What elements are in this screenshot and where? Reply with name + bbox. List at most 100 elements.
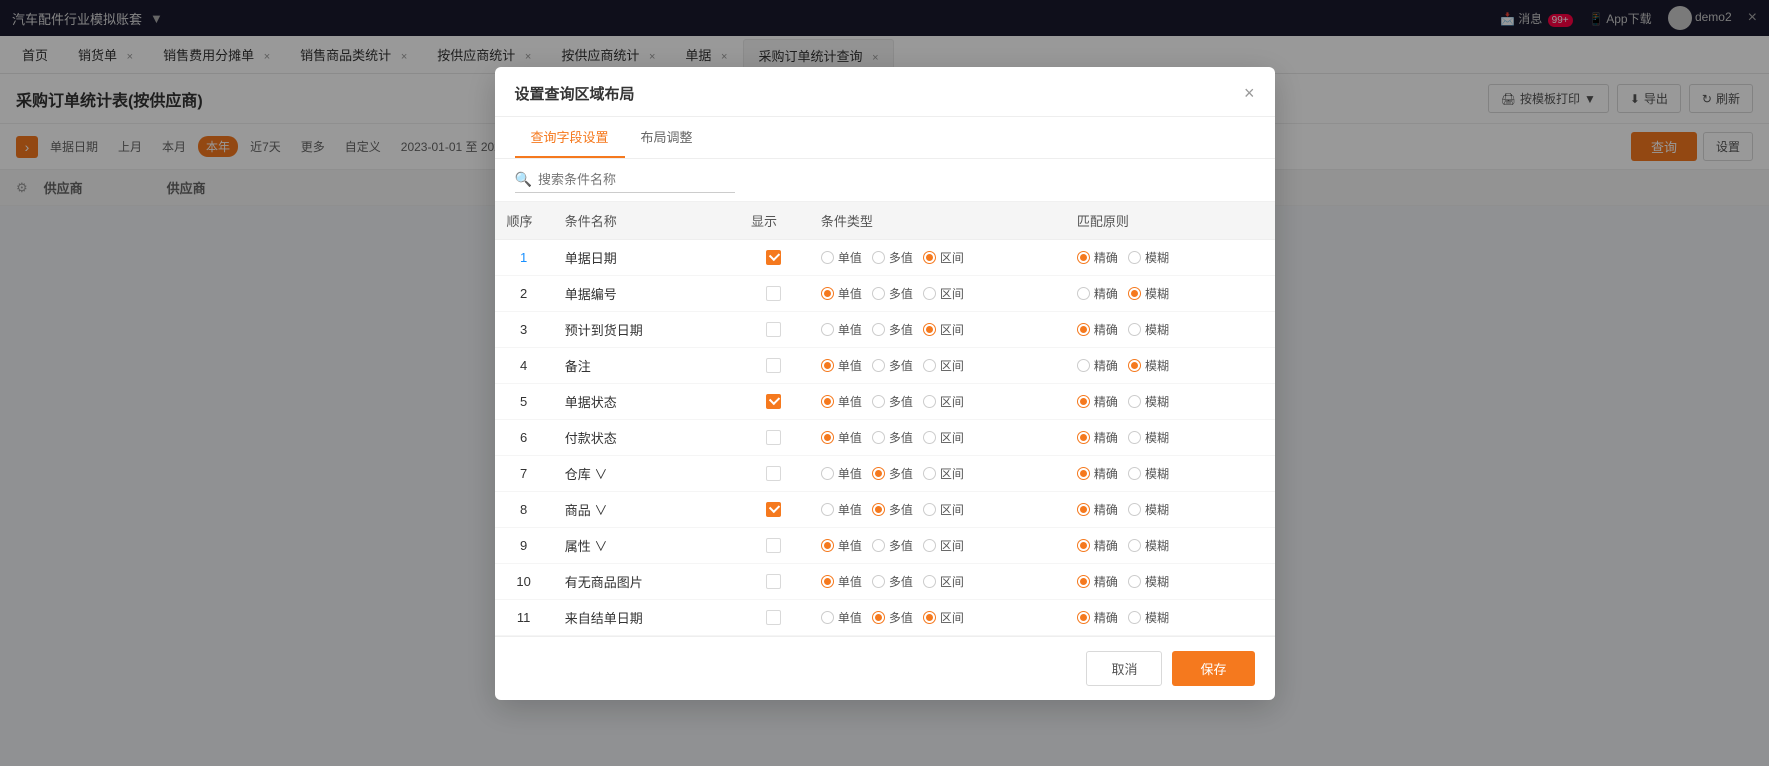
radio-button[interactable] (1077, 575, 1090, 588)
match-radio-item[interactable]: 精确 (1077, 609, 1118, 626)
type-radio-item[interactable]: 多值 (872, 285, 913, 302)
radio-button[interactable] (1128, 467, 1141, 480)
type-radio-item[interactable]: 多值 (872, 573, 913, 590)
type-radio-item[interactable]: 区间 (923, 429, 964, 446)
radio-button[interactable] (923, 251, 936, 264)
radio-button[interactable] (1128, 539, 1141, 552)
match-radio-item[interactable]: 精确 (1077, 249, 1118, 266)
type-radio-item[interactable]: 区间 (923, 609, 964, 626)
radio-button[interactable] (872, 323, 885, 336)
match-radio-item[interactable]: 模糊 (1128, 501, 1169, 518)
show-checkbox[interactable] (766, 574, 781, 589)
type-radio-item[interactable]: 单值 (821, 573, 862, 590)
radio-button[interactable] (923, 539, 936, 552)
show-checkbox[interactable] (766, 430, 781, 445)
radio-button[interactable] (821, 287, 834, 300)
cell-show[interactable] (739, 347, 809, 383)
radio-button[interactable] (923, 359, 936, 372)
radio-button[interactable] (1128, 395, 1141, 408)
radio-button[interactable] (1128, 287, 1141, 300)
radio-button[interactable] (1077, 467, 1090, 480)
radio-button[interactable] (1077, 251, 1090, 264)
radio-button[interactable] (872, 395, 885, 408)
type-radio-item[interactable]: 多值 (872, 537, 913, 554)
match-radio-item[interactable]: 模糊 (1128, 393, 1169, 410)
show-checkbox[interactable] (766, 610, 781, 625)
radio-button[interactable] (872, 503, 885, 516)
type-radio-item[interactable]: 区间 (923, 465, 964, 482)
radio-button[interactable] (821, 539, 834, 552)
type-radio-item[interactable]: 多值 (872, 609, 913, 626)
match-radio-item[interactable]: 模糊 (1128, 429, 1169, 446)
radio-button[interactable] (1077, 323, 1090, 336)
radio-button[interactable] (821, 323, 834, 336)
type-radio-item[interactable]: 单值 (821, 393, 862, 410)
match-radio-item[interactable]: 模糊 (1128, 321, 1169, 338)
type-radio-item[interactable]: 多值 (872, 321, 913, 338)
radio-button[interactable] (1128, 503, 1141, 516)
type-radio-item[interactable]: 多值 (872, 249, 913, 266)
tab-query-fields[interactable]: 查询字段设置 (515, 117, 625, 158)
radio-button[interactable] (821, 359, 834, 372)
cancel-button[interactable]: 取消 (1086, 651, 1162, 686)
radio-button[interactable] (1128, 251, 1141, 264)
type-radio-item[interactable]: 单值 (821, 501, 862, 518)
type-radio-item[interactable]: 区间 (923, 357, 964, 374)
radio-button[interactable] (923, 611, 936, 624)
match-radio-item[interactable]: 精确 (1077, 573, 1118, 590)
radio-button[interactable] (821, 395, 834, 408)
match-radio-item[interactable]: 精确 (1077, 285, 1118, 302)
tab-layout[interactable]: 布局调整 (625, 117, 709, 158)
show-checkbox[interactable] (766, 394, 781, 409)
type-radio-item[interactable]: 多值 (872, 501, 913, 518)
cell-show[interactable] (739, 239, 809, 275)
match-radio-item[interactable]: 模糊 (1128, 285, 1169, 302)
radio-button[interactable] (872, 467, 885, 480)
show-checkbox[interactable] (766, 538, 781, 553)
radio-button[interactable] (923, 503, 936, 516)
radio-button[interactable] (923, 467, 936, 480)
cell-show[interactable] (739, 383, 809, 419)
type-radio-item[interactable]: 单值 (821, 285, 862, 302)
radio-button[interactable] (872, 539, 885, 552)
radio-button[interactable] (923, 287, 936, 300)
type-radio-item[interactable]: 单值 (821, 249, 862, 266)
cell-show[interactable] (739, 527, 809, 563)
radio-button[interactable] (923, 431, 936, 444)
cell-show[interactable] (739, 563, 809, 599)
match-radio-item[interactable]: 精确 (1077, 357, 1118, 374)
type-radio-item[interactable]: 单值 (821, 609, 862, 626)
type-radio-item[interactable]: 多值 (872, 393, 913, 410)
radio-button[interactable] (1128, 323, 1141, 336)
radio-button[interactable] (1077, 539, 1090, 552)
search-input[interactable] (538, 172, 718, 187)
radio-button[interactable] (1077, 431, 1090, 444)
show-checkbox[interactable] (766, 502, 781, 517)
radio-button[interactable] (821, 251, 834, 264)
type-radio-item[interactable]: 区间 (923, 321, 964, 338)
show-checkbox[interactable] (766, 250, 781, 265)
type-radio-item[interactable]: 单值 (821, 429, 862, 446)
match-radio-item[interactable]: 精确 (1077, 501, 1118, 518)
radio-button[interactable] (872, 287, 885, 300)
type-radio-item[interactable]: 多值 (872, 429, 913, 446)
radio-button[interactable] (1128, 359, 1141, 372)
type-radio-item[interactable]: 单值 (821, 321, 862, 338)
match-radio-item[interactable]: 模糊 (1128, 465, 1169, 482)
radio-button[interactable] (821, 503, 834, 516)
type-radio-item[interactable]: 多值 (872, 465, 913, 482)
show-checkbox[interactable] (766, 286, 781, 301)
type-radio-item[interactable]: 单值 (821, 357, 862, 374)
match-radio-item[interactable]: 精确 (1077, 321, 1118, 338)
type-radio-item[interactable]: 区间 (923, 393, 964, 410)
modal-close-button[interactable]: × (1244, 84, 1255, 102)
match-radio-item[interactable]: 精确 (1077, 537, 1118, 554)
radio-button[interactable] (872, 611, 885, 624)
save-button[interactable]: 保存 (1172, 651, 1254, 686)
radio-button[interactable] (1077, 359, 1090, 372)
radio-button[interactable] (872, 251, 885, 264)
match-radio-item[interactable]: 模糊 (1128, 609, 1169, 626)
cell-show[interactable] (739, 419, 809, 455)
cell-show[interactable] (739, 275, 809, 311)
cell-show[interactable] (739, 455, 809, 491)
